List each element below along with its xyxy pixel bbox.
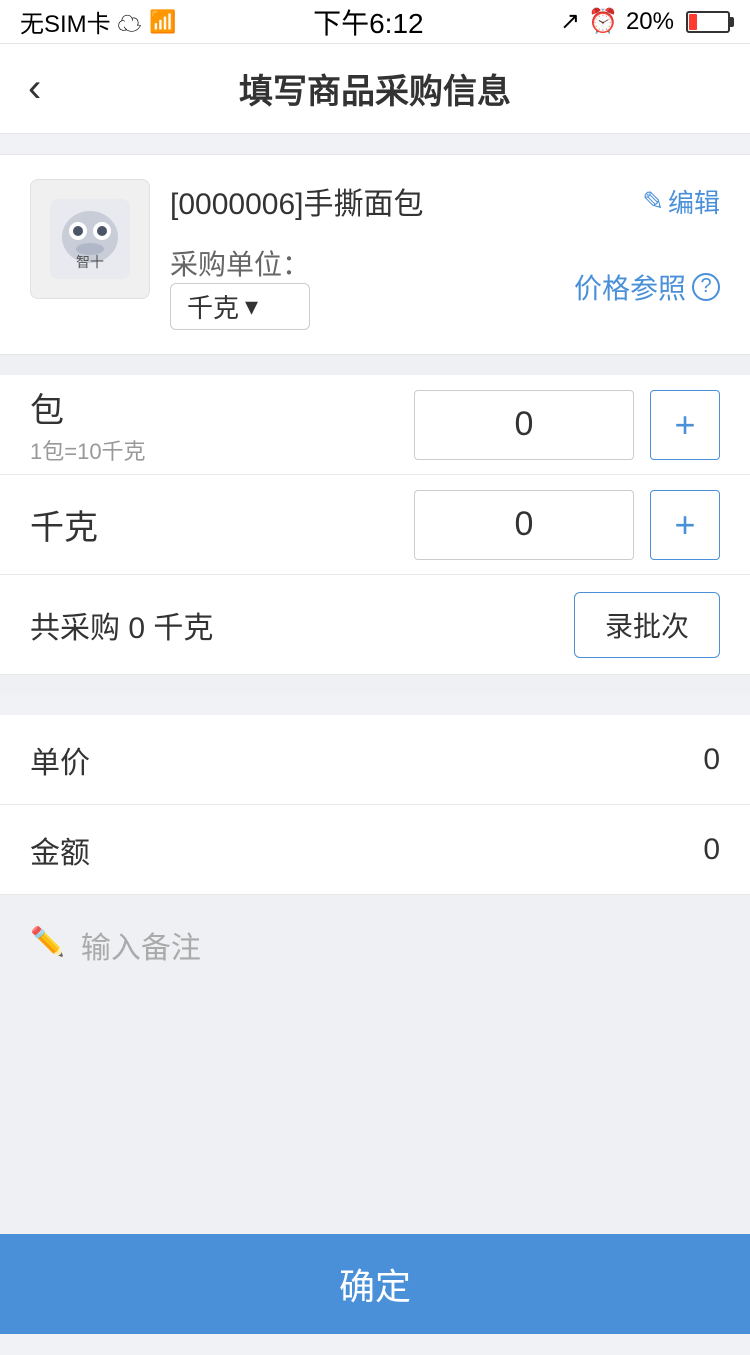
status-bar: 无SIM卡 ☁ 📶 下午6:12 ↗ ⏰ 20% — [0, 0, 750, 44]
amount-row: 金额 0 — [0, 805, 750, 895]
unit-price-label: 单价 — [30, 738, 90, 782]
price-ref-label: 价格参照 — [574, 267, 686, 307]
back-button[interactable]: ‹ — [28, 66, 41, 111]
bao-plus-button[interactable]: + — [650, 390, 720, 460]
kg-label: 千克 — [30, 500, 190, 549]
unit-price-value: 0 — [703, 743, 720, 777]
product-card: 智十 [0000006]手撕面包 ✎ 编辑 采购单位： 千克 ▾ 价格参照 ? — [0, 154, 750, 355]
amount-label: 金额 — [30, 828, 90, 872]
amount-value: 0 — [703, 833, 720, 867]
product-info: [0000006]手撕面包 ✎ 编辑 采购单位： 千克 ▾ 价格参照 ? — [170, 179, 720, 330]
bao-input[interactable] — [414, 390, 634, 460]
help-icon: ? — [692, 273, 720, 301]
edit-button[interactable]: ✎ 编辑 — [642, 183, 720, 220]
kg-input-wrapper: + — [414, 490, 720, 560]
dropdown-arrow-icon: ▾ — [245, 291, 258, 322]
summary-row: 共采购 0 千克 录批次 — [0, 575, 750, 675]
edit-icon: ✎ — [642, 186, 664, 217]
remark-placeholder: 输入备注 — [81, 923, 201, 967]
product-name: [0000006]手撕面包 — [170, 179, 423, 223]
pencil-icon: ✏️ — [30, 925, 65, 958]
bao-label: 包 — [30, 383, 190, 432]
input-section: 包 1包=10千克 + 千克 + 共采购 0 千克 录批次 — [0, 375, 750, 675]
location-icon: ↗ — [560, 7, 580, 36]
bao-label-block: 包 1包=10千克 — [30, 383, 190, 466]
unit-label: 采购单位： — [170, 249, 310, 280]
unit-select[interactable]: 千克 ▾ — [170, 283, 310, 330]
bao-input-row: 包 1包=10千克 + — [0, 375, 750, 475]
section-separator-2 — [0, 675, 750, 695]
bao-input-wrapper: + — [414, 390, 720, 460]
nav-bar: ‹ 填写商品采购信息 — [0, 44, 750, 134]
svg-text:智十: 智十 — [76, 254, 104, 270]
section-separator-1 — [0, 355, 750, 375]
kg-input[interactable] — [414, 490, 634, 560]
page-title: 填写商品采购信息 — [239, 64, 511, 113]
price-ref-button[interactable]: 价格参照 ? — [574, 267, 720, 307]
status-right: ↗ ⏰ 20% — [560, 7, 730, 36]
bao-sublabel: 1包=10千克 — [30, 434, 190, 466]
kg-input-row: 千克 + — [0, 475, 750, 575]
edit-label: 编辑 — [668, 183, 720, 220]
kg-plus-button[interactable]: + — [650, 490, 720, 560]
unit-price-row: 单价 0 — [0, 715, 750, 805]
product-image: 智十 — [30, 179, 150, 299]
kg-label-block: 千克 — [30, 500, 190, 549]
wifi-icon: 📶 — [149, 9, 176, 35]
batch-button[interactable]: 录批次 — [574, 592, 720, 658]
confirm-button[interactable]: 确定 — [0, 1234, 750, 1334]
status-left: 无SIM卡 ☁ 📶 — [20, 4, 177, 39]
remark-section[interactable]: ✏️ 输入备注 — [0, 895, 750, 1255]
battery-percent: 20% — [626, 8, 674, 36]
alarm-icon: ⏰ — [588, 7, 618, 36]
battery-icon — [686, 11, 730, 33]
sim-label: 无SIM卡 ☁ — [20, 4, 141, 39]
status-time: 下午6:12 — [313, 2, 424, 42]
price-section: 单价 0 金额 0 — [0, 715, 750, 895]
summary-text: 共采购 0 千克 — [30, 603, 213, 647]
unit-value: 千克 — [187, 288, 239, 325]
